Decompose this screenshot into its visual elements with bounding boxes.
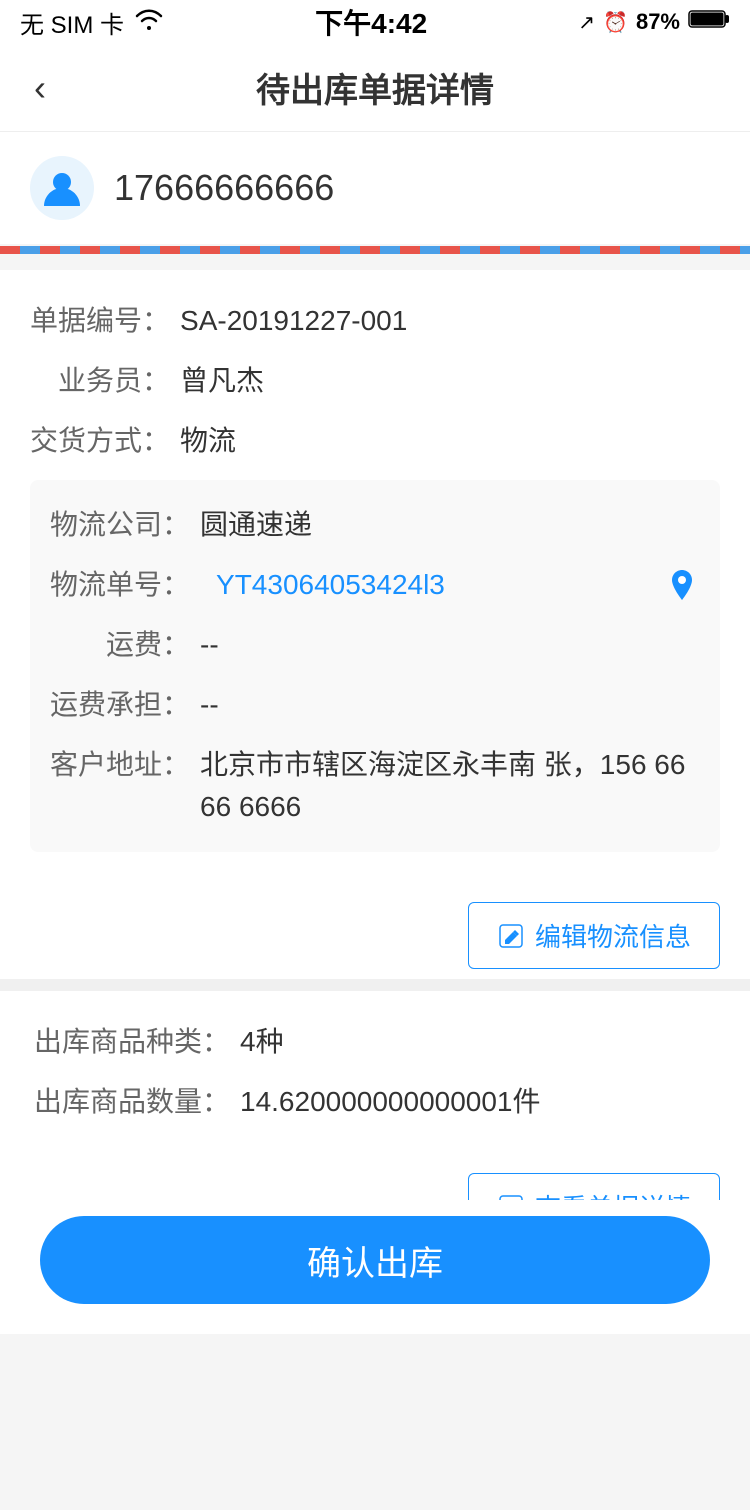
page-title: 待出库单据详情	[256, 63, 494, 112]
battery-text: 87%	[636, 9, 680, 35]
avatar	[30, 156, 94, 220]
edit-logistics-button[interactable]: 编辑物流信息	[468, 902, 720, 969]
dashed-divider	[0, 246, 750, 254]
goods-section: 出库商品种类： 4种 出库商品数量： 14.620000000000001件	[0, 991, 750, 1153]
user-header: 17666666666	[0, 132, 750, 244]
address-label: 客户地址：	[50, 744, 190, 786]
order-number-row: 单据编号： SA-20191227-001	[30, 300, 720, 342]
goods-type-label: 出库商品种类：	[30, 1021, 230, 1063]
freight-row: 运费： --	[50, 624, 700, 666]
map-pin-icon[interactable]	[664, 567, 700, 603]
freight-label: 运费：	[50, 624, 190, 666]
nav-bar: ‹ 待出库单据详情	[0, 44, 750, 132]
logistics-company-label: 物流公司：	[50, 504, 190, 546]
status-right: ↗ ⏰ 87%	[578, 8, 730, 37]
confirm-btn-bar: 确认出库	[0, 1200, 750, 1334]
edit-btn-row: 编辑物流信息	[0, 882, 750, 979]
sales-person-row: 业务员： 曾凡杰	[30, 360, 720, 402]
goods-quantity-value: 14.620000000000001件	[240, 1081, 720, 1123]
logistics-section: 物流公司： 圆通速递 物流单号： YT43064053424l3 运费： -- …	[30, 480, 720, 852]
goods-type-row: 出库商品种类： 4种	[30, 1021, 720, 1063]
confirm-button-label: 确认出库	[307, 1236, 443, 1285]
wifi-icon	[134, 8, 164, 37]
delivery-method-label: 交货方式：	[30, 420, 170, 462]
delivery-method-value: 物流	[180, 420, 720, 462]
carrier-text: 无 SIM 卡	[20, 5, 124, 40]
tracking-number-label: 物流单号：	[50, 564, 190, 606]
sales-person-label: 业务员：	[30, 360, 170, 402]
time-text: 下午4:42	[315, 2, 427, 42]
goods-quantity-label: 出库商品数量：	[30, 1081, 230, 1123]
tracking-number-value: YT43064053424l3	[216, 564, 648, 606]
freight-bearer-label: 运费承担：	[50, 684, 190, 726]
goods-quantity-row: 出库商品数量： 14.620000000000001件	[30, 1081, 720, 1123]
address-value: 北京市市辖区海淀区永丰南 张，156 6666 6666	[200, 744, 700, 828]
freight-value: --	[200, 624, 700, 666]
goods-type-value: 4种	[240, 1021, 720, 1063]
back-button[interactable]: ‹	[24, 57, 56, 119]
status-bar: 无 SIM 卡 下午4:42 ↗ ⏰ 87%	[0, 0, 750, 44]
order-number-value: SA-20191227-001	[180, 300, 720, 342]
sales-person-value: 曾凡杰	[180, 360, 720, 402]
logistics-company-row: 物流公司： 圆通速递	[50, 504, 700, 546]
location-icon: ↗	[578, 10, 595, 35]
edit-logistics-label: 编辑物流信息	[535, 917, 691, 954]
order-info-section: 单据编号： SA-20191227-001 业务员： 曾凡杰 交货方式： 物流 …	[0, 270, 750, 882]
user-phone: 17666666666	[114, 167, 334, 209]
order-number-label: 单据编号：	[30, 300, 170, 342]
confirm-outbound-button[interactable]: 确认出库	[40, 1216, 710, 1304]
freight-bearer-row: 运费承担： --	[50, 684, 700, 726]
tracking-number-row: 物流单号： YT43064053424l3	[50, 564, 700, 606]
battery-icon	[688, 8, 730, 37]
section-divider	[0, 979, 750, 991]
delivery-method-row: 交货方式： 物流	[30, 420, 720, 462]
alarm-icon: ⏰	[603, 10, 628, 35]
status-left: 无 SIM 卡	[20, 5, 164, 40]
logistics-company-value: 圆通速递	[200, 504, 700, 546]
address-row: 客户地址： 北京市市辖区海淀区永丰南 张，156 6666 6666	[50, 744, 700, 828]
freight-bearer-value: --	[200, 684, 700, 726]
